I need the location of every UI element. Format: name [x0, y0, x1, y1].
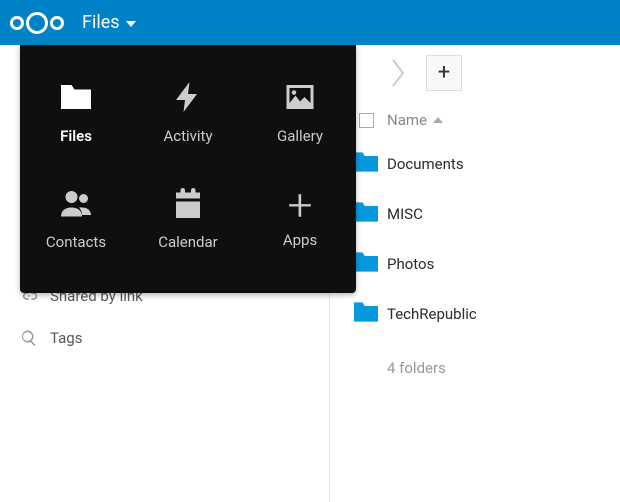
- select-all-checkbox[interactable]: [359, 113, 374, 128]
- users-icon: [58, 185, 94, 225]
- image-icon: [282, 79, 318, 119]
- logo: [10, 12, 64, 34]
- app-menu-label: Calendar: [158, 233, 218, 251]
- app-menu-item-calendar[interactable]: Calendar: [132, 165, 244, 271]
- file-list-header: Name: [330, 101, 620, 139]
- logo-circle-icon: [10, 16, 24, 30]
- plus-icon: +: [288, 187, 313, 223]
- app-menu: Files Activity Gallery Contacts Calendar + App…: [20, 45, 356, 293]
- app-menu-item-activity[interactable]: Activity: [132, 59, 244, 165]
- bolt-icon: [170, 79, 206, 119]
- logo-circle-icon: [26, 12, 48, 34]
- toolbar: +: [330, 45, 620, 101]
- app-selector-label: Files: [82, 12, 120, 33]
- app-menu-item-contacts[interactable]: Contacts: [20, 165, 132, 271]
- folder-icon: [58, 79, 94, 119]
- sidebar-item-label: Tags: [50, 329, 82, 347]
- column-name[interactable]: Name: [387, 111, 443, 129]
- app-menu-item-apps[interactable]: + Apps: [244, 165, 356, 271]
- chevron-right-icon: [390, 58, 408, 88]
- file-row[interactable]: MISC: [330, 189, 620, 239]
- summary: 4 folders: [330, 339, 620, 397]
- app-menu-item-gallery[interactable]: Gallery: [244, 59, 356, 165]
- calendar-icon: [170, 185, 206, 225]
- file-name: Photos: [387, 255, 434, 273]
- column-label: Name: [387, 111, 427, 129]
- app-menu-label: Apps: [283, 231, 317, 249]
- app-menu-label: Gallery: [277, 127, 323, 145]
- file-row[interactable]: Documents: [330, 139, 620, 189]
- file-row[interactable]: Photos: [330, 239, 620, 289]
- sidebar-item-tags[interactable]: Tags: [0, 317, 329, 359]
- app-selector-dropdown[interactable]: Files: [82, 12, 136, 33]
- file-name: TechRepublic: [387, 305, 477, 323]
- file-name: Documents: [387, 155, 464, 173]
- new-button[interactable]: +: [426, 55, 462, 91]
- folder-icon: [351, 300, 381, 328]
- app-menu-item-files[interactable]: Files: [20, 59, 132, 165]
- search-icon: [20, 329, 38, 347]
- app-menu-label: Contacts: [46, 233, 106, 251]
- file-row[interactable]: TechRepublic: [330, 289, 620, 339]
- top-header: Files: [0, 0, 620, 45]
- app-menu-label: Activity: [163, 127, 212, 145]
- caret-down-icon: [126, 21, 136, 27]
- file-name: MISC: [387, 205, 423, 223]
- plus-icon: +: [438, 62, 450, 84]
- sort-asc-icon: [433, 117, 443, 123]
- file-list: Documents MISC Photos TechRepublic: [330, 139, 620, 339]
- app-menu-label: Files: [60, 127, 92, 145]
- main: + Name Documents MISC Photos TechRepublic 4…: [330, 45, 620, 502]
- file-icon-col: [345, 300, 387, 328]
- logo-circle-icon: [50, 16, 64, 30]
